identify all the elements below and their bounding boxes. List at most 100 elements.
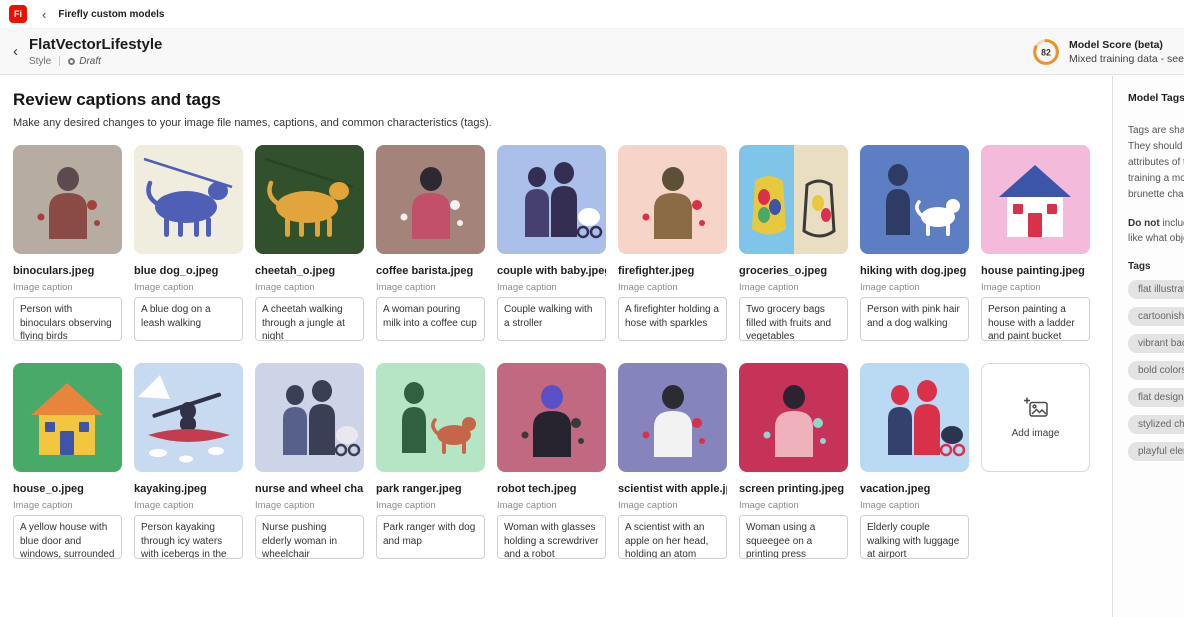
page-subtitle: Make any desired changes to your image f… bbox=[13, 117, 492, 129]
model-score: 82 Model Score (beta) Mixed training dat… bbox=[1032, 38, 1184, 66]
image-caption-input[interactable]: Person with pink hair and a dog walking bbox=[860, 297, 969, 341]
image-caption-label: Image caption bbox=[739, 500, 799, 511]
image-caption-input[interactable]: A yellow house with blue door and window… bbox=[13, 515, 122, 559]
image-caption-input[interactable]: Nurse pushing elderly woman in wheelchai… bbox=[255, 515, 364, 559]
image-caption-input[interactable]: Woman with glasses holding a screwdriver… bbox=[497, 515, 606, 559]
image-caption-input[interactable]: Person kayaking through icy waters with … bbox=[134, 515, 243, 559]
image-filename: firefighter.jpeg bbox=[618, 265, 695, 277]
image-caption-label: Image caption bbox=[497, 282, 557, 293]
image-card: scientist with apple.jpeg Image caption … bbox=[618, 363, 727, 564]
image-thumbnail[interactable] bbox=[497, 145, 606, 254]
image-thumbnail[interactable] bbox=[739, 145, 848, 254]
score-label: Model Score (beta) bbox=[1069, 38, 1163, 51]
back-chevron-icon[interactable]: ‹ bbox=[42, 8, 46, 21]
page-title: Review captions and tags bbox=[13, 90, 221, 109]
image-filename: robot tech.jpeg bbox=[497, 483, 577, 495]
image-thumbnail[interactable] bbox=[497, 363, 606, 472]
image-caption-label: Image caption bbox=[13, 500, 73, 511]
image-filename: house_o.jpeg bbox=[13, 483, 84, 495]
image-grid: binoculars.jpeg Image caption Person wit… bbox=[13, 145, 1100, 564]
image-filename: kayaking.jpeg bbox=[134, 483, 207, 495]
panel-note: Do not include ch like what object a bbox=[1128, 218, 1184, 244]
top-bar: Fi ‹ Firefly custom models bbox=[0, 0, 1184, 28]
image-caption-label: Image caption bbox=[376, 282, 436, 293]
image-filename: blue dog_o.jpeg bbox=[134, 265, 219, 277]
image-caption-label: Image caption bbox=[134, 282, 194, 293]
image-filename: coffee barista.jpeg bbox=[376, 265, 474, 277]
image-card: hiking with dog.jpeg Image caption Perso… bbox=[860, 145, 969, 346]
image-thumbnail[interactable] bbox=[860, 145, 969, 254]
add-image-button[interactable]: Add image bbox=[981, 363, 1090, 472]
image-thumbnail[interactable] bbox=[376, 363, 485, 472]
draft-status-label: Draft bbox=[79, 55, 101, 67]
image-caption-label: Image caption bbox=[255, 500, 315, 511]
image-card: blue dog_o.jpeg Image caption A blue dog… bbox=[134, 145, 243, 346]
image-thumbnail[interactable] bbox=[13, 145, 122, 254]
image-thumbnail[interactable] bbox=[860, 363, 969, 472]
image-card: coffee barista.jpeg Image caption A woma… bbox=[376, 145, 485, 346]
image-thumbnail[interactable] bbox=[618, 363, 727, 472]
image-thumbnail[interactable] bbox=[134, 363, 243, 472]
image-card: firefighter.jpeg Image caption A firefig… bbox=[618, 145, 727, 346]
image-thumbnail[interactable] bbox=[255, 363, 364, 472]
header-back-chevron-icon[interactable]: ‹ bbox=[13, 43, 18, 60]
image-caption-label: Image caption bbox=[618, 500, 678, 511]
image-caption-input[interactable]: A woman pouring milk into a coffee cup bbox=[376, 297, 485, 341]
firefly-logo[interactable]: Fi bbox=[9, 5, 27, 23]
image-filename: vacation.jpeg bbox=[860, 483, 931, 495]
tag-chip: stylized characte bbox=[1128, 415, 1184, 434]
image-card: robot tech.jpeg Image caption Woman with… bbox=[497, 363, 606, 564]
image-filename: scientist with apple.jpeg bbox=[618, 483, 727, 495]
image-caption-input[interactable]: A cheetah walking through a jungle at ni… bbox=[255, 297, 364, 341]
image-caption-input[interactable]: Two grocery bags filled with fruits and … bbox=[739, 297, 848, 341]
model-type-label: Style bbox=[29, 55, 52, 67]
model-header: ‹ FlatVectorLifestyle Style Draft 82 Mod… bbox=[0, 28, 1184, 75]
image-thumbnail[interactable] bbox=[981, 145, 1090, 254]
image-caption-label: Image caption bbox=[981, 282, 1041, 293]
tags-section-label: Tags bbox=[1128, 261, 1151, 272]
add-image-icon bbox=[1024, 397, 1048, 417]
image-filename: couple with baby.jpeg bbox=[497, 265, 606, 277]
image-caption-input[interactable]: Woman using a squeegee on a printing pre… bbox=[739, 515, 848, 559]
image-thumbnail[interactable] bbox=[255, 145, 364, 254]
image-card: house_o.jpeg Image caption A yellow hous… bbox=[13, 363, 122, 564]
image-caption-input[interactable]: A blue dog on a leash walking bbox=[134, 297, 243, 341]
score-sublabel: Mixed training data - see recommend bbox=[1069, 52, 1184, 65]
image-filename: groceries_o.jpeg bbox=[739, 265, 828, 277]
model-tags-panel: Model Tags Tags are shared at They shoul… bbox=[1112, 76, 1184, 617]
image-caption-input[interactable]: Person painting a house with a ladder an… bbox=[981, 297, 1090, 341]
tag-chip: cartoonish style bbox=[1128, 307, 1184, 326]
image-card: groceries_o.jpeg Image caption Two groce… bbox=[739, 145, 848, 346]
image-filename: binoculars.jpeg bbox=[13, 265, 95, 277]
draft-status-icon bbox=[68, 57, 76, 65]
image-caption-input[interactable]: A firefighter holding a hose with sparkl… bbox=[618, 297, 727, 341]
image-card: park ranger.jpeg Image caption Park rang… bbox=[376, 363, 485, 564]
image-caption-input[interactable]: Park ranger with dog and map bbox=[376, 515, 485, 559]
image-filename: house painting.jpeg bbox=[981, 265, 1085, 277]
image-thumbnail[interactable] bbox=[134, 145, 243, 254]
image-card: screen printing.jpeg Image caption Woman… bbox=[739, 363, 848, 564]
image-card: cheetah_o.jpeg Image caption A cheetah w… bbox=[255, 145, 364, 346]
image-caption-input[interactable]: Person with binoculars observing flying … bbox=[13, 297, 122, 341]
image-caption-label: Image caption bbox=[618, 282, 678, 293]
image-thumbnail[interactable] bbox=[618, 145, 727, 254]
breadcrumb[interactable]: Firefly custom models bbox=[58, 9, 164, 20]
image-caption-input[interactable]: A scientist with an apple on her head, h… bbox=[618, 515, 727, 559]
tag-chip: bold colors ✕ bbox=[1128, 361, 1184, 380]
panel-title: Model Tags bbox=[1128, 92, 1184, 104]
status-badge: Draft bbox=[68, 56, 101, 67]
image-caption-input[interactable]: Elderly couple walking with luggage at a… bbox=[860, 515, 969, 559]
image-thumbnail[interactable] bbox=[739, 363, 848, 472]
image-filename: cheetah_o.jpeg bbox=[255, 265, 336, 277]
image-card: vacation.jpeg Image caption Elderly coup… bbox=[860, 363, 969, 564]
image-thumbnail[interactable] bbox=[13, 363, 122, 472]
panel-description: Tags are shared at They should only i at… bbox=[1128, 125, 1184, 200]
image-caption-input[interactable]: Couple walking with a stroller bbox=[497, 297, 606, 341]
image-caption-label: Image caption bbox=[497, 500, 557, 511]
image-caption-label: Image caption bbox=[860, 282, 920, 293]
image-thumbnail[interactable] bbox=[376, 145, 485, 254]
image-filename: hiking with dog.jpeg bbox=[860, 265, 967, 277]
model-title: FlatVectorLifestyle bbox=[29, 36, 163, 54]
image-caption-label: Image caption bbox=[860, 500, 920, 511]
image-caption-label: Image caption bbox=[739, 282, 799, 293]
